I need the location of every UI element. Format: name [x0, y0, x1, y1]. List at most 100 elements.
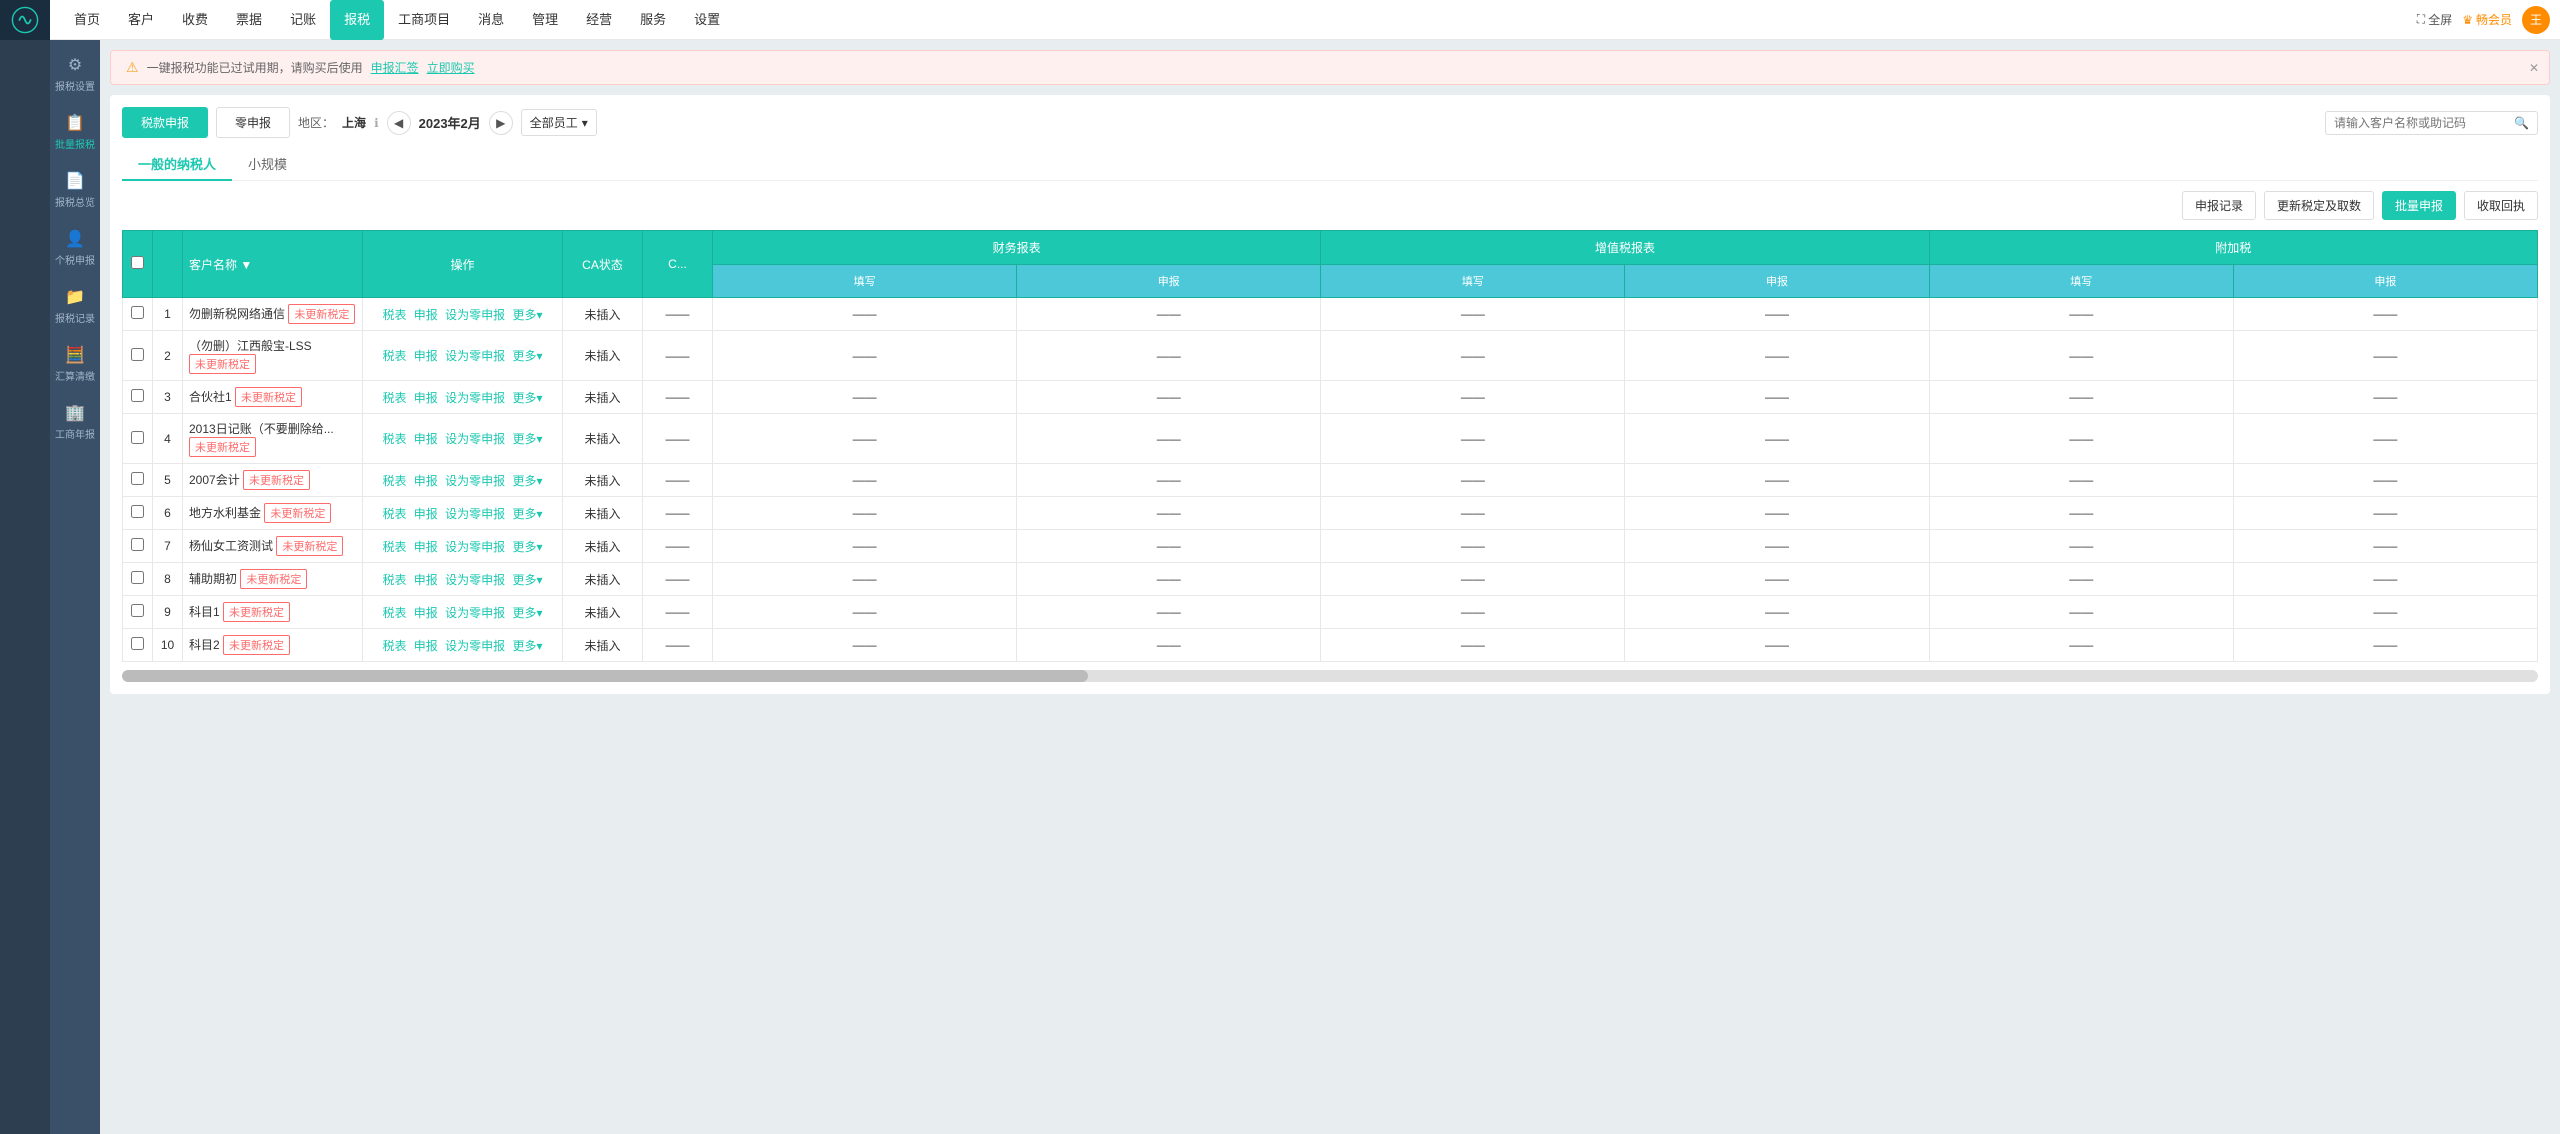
sort-icon[interactable]: ▼	[240, 258, 252, 272]
op-apply[interactable]: 申报	[414, 349, 438, 363]
nav-tax[interactable]: 报税	[330, 0, 384, 40]
op-apply[interactable]: 申报	[414, 308, 438, 322]
row-checkbox[interactable]	[131, 505, 144, 518]
row-check-cell[interactable]	[123, 596, 153, 629]
op-apply[interactable]: 申报	[414, 540, 438, 554]
avatar[interactable]: 王	[2522, 6, 2550, 34]
row-checkbox[interactable]	[131, 571, 144, 584]
op-zero-apply[interactable]: 设为零申报	[445, 639, 505, 653]
row-check-cell[interactable]	[123, 414, 153, 464]
op-zero-apply[interactable]: 设为零申报	[445, 573, 505, 587]
row-check-cell[interactable]	[123, 530, 153, 563]
op-zero-apply[interactable]: 设为零申报	[445, 507, 505, 521]
batch-apply-button[interactable]: 批量申报	[2382, 191, 2456, 220]
row-checkbox[interactable]	[131, 348, 144, 361]
side-panel-item-batch-tax[interactable]: 📋 批量报税	[50, 103, 100, 161]
op-more[interactable]: 更多▾	[513, 349, 543, 363]
op-more[interactable]: 更多▾	[513, 606, 543, 620]
op-zero-apply[interactable]: 设为零申报	[445, 391, 505, 405]
dept-selector[interactable]: 全部员工 ▾	[521, 109, 597, 136]
fullscreen-button[interactable]: ⛶ 全屏	[2417, 11, 2452, 28]
row-check-cell[interactable]	[123, 629, 153, 662]
op-tax-table[interactable]: 税表	[382, 474, 406, 488]
nav-operate[interactable]: 经营	[572, 0, 626, 40]
op-tax-table[interactable]: 税表	[382, 391, 406, 405]
nav-manage[interactable]: 管理	[518, 0, 572, 40]
scrollbar-thumb[interactable]	[122, 670, 1088, 682]
alert-close-button[interactable]: ✕	[2529, 61, 2539, 75]
op-zero-apply[interactable]: 设为零申报	[445, 432, 505, 446]
op-more[interactable]: 更多▾	[513, 573, 543, 587]
side-panel-item-annual-report[interactable]: 🏢 工商年报	[50, 393, 100, 451]
nav-setting[interactable]: 设置	[680, 0, 734, 40]
side-panel-item-tax-record[interactable]: 📁 报税记录	[50, 277, 100, 335]
update-quota-button[interactable]: 更新税定及取数	[2264, 191, 2374, 220]
row-check-cell[interactable]	[123, 497, 153, 530]
row-checkbox[interactable]	[131, 472, 144, 485]
tab-zero-apply[interactable]: 零申报	[216, 107, 290, 138]
row-checkbox[interactable]	[131, 538, 144, 551]
row-checkbox[interactable]	[131, 389, 144, 402]
op-tax-table[interactable]: 税表	[382, 349, 406, 363]
op-tax-table[interactable]: 税表	[382, 507, 406, 521]
op-apply[interactable]: 申报	[414, 474, 438, 488]
op-zero-apply[interactable]: 设为零申报	[445, 349, 505, 363]
alert-link-buy[interactable]: 立即购买	[427, 59, 475, 76]
row-check-cell[interactable]	[123, 464, 153, 497]
side-panel-item-personal-tax[interactable]: 👤 个税申报	[50, 219, 100, 277]
apply-record-button[interactable]: 申报记录	[2182, 191, 2256, 220]
row-checkbox[interactable]	[131, 604, 144, 617]
side-panel-item-tax-settings[interactable]: ⚙ 报税设置	[50, 45, 100, 103]
sub-tab-small[interactable]: 小规模	[232, 148, 303, 181]
revoke-button[interactable]: 收取回执	[2464, 191, 2538, 220]
nav-message[interactable]: 消息	[464, 0, 518, 40]
side-panel-item-overview[interactable]: 📄 报税总览	[50, 161, 100, 219]
nav-customer[interactable]: 客户	[114, 0, 168, 40]
horizontal-scrollbar[interactable]	[122, 670, 2538, 682]
op-zero-apply[interactable]: 设为零申报	[445, 540, 505, 554]
prev-period-button[interactable]: ◀	[387, 111, 411, 135]
op-zero-apply[interactable]: 设为零申报	[445, 474, 505, 488]
op-more[interactable]: 更多▾	[513, 308, 543, 322]
op-zero-apply[interactable]: 设为零申报	[445, 308, 505, 322]
op-apply[interactable]: 申报	[414, 391, 438, 405]
op-more[interactable]: 更多▾	[513, 639, 543, 653]
op-apply[interactable]: 申报	[414, 507, 438, 521]
op-tax-table[interactable]: 税表	[382, 308, 406, 322]
row-check-cell[interactable]	[123, 298, 153, 331]
select-all-checkbox[interactable]	[131, 256, 144, 269]
op-apply[interactable]: 申报	[414, 432, 438, 446]
op-more[interactable]: 更多▾	[513, 540, 543, 554]
row-checkbox[interactable]	[131, 431, 144, 444]
op-more[interactable]: 更多▾	[513, 432, 543, 446]
row-check-cell[interactable]	[123, 381, 153, 414]
op-tax-table[interactable]: 税表	[382, 573, 406, 587]
op-tax-table[interactable]: 税表	[382, 432, 406, 446]
row-check-cell[interactable]	[123, 331, 153, 381]
tab-tax-apply[interactable]: 税款申报	[122, 107, 208, 138]
nav-fee[interactable]: 收费	[168, 0, 222, 40]
nav-service[interactable]: 服务	[626, 0, 680, 40]
op-tax-table[interactable]: 税表	[382, 606, 406, 620]
next-period-button[interactable]: ▶	[489, 111, 513, 135]
op-zero-apply[interactable]: 设为零申报	[445, 606, 505, 620]
op-more[interactable]: 更多▾	[513, 507, 543, 521]
nav-home[interactable]: 首页	[60, 0, 114, 40]
op-more[interactable]: 更多▾	[513, 474, 543, 488]
search-input[interactable]	[2334, 116, 2514, 130]
row-checkbox[interactable]	[131, 306, 144, 319]
upgrade-button[interactable]: ♛ 畅会员	[2462, 11, 2512, 28]
op-apply[interactable]: 申报	[414, 573, 438, 587]
sub-tab-general[interactable]: 一般的纳税人	[122, 148, 232, 181]
row-checkbox[interactable]	[131, 637, 144, 650]
search-icon[interactable]: 🔍	[2514, 116, 2529, 130]
op-tax-table[interactable]: 税表	[382, 540, 406, 554]
op-apply[interactable]: 申报	[414, 606, 438, 620]
nav-accounting[interactable]: 记账	[276, 0, 330, 40]
info-icon[interactable]: ℹ	[374, 116, 379, 130]
op-tax-table[interactable]: 税表	[382, 639, 406, 653]
nav-business[interactable]: 工商项目	[384, 0, 464, 40]
op-more[interactable]: 更多▾	[513, 391, 543, 405]
side-panel-item-settlement[interactable]: 🧮 汇算清缴	[50, 335, 100, 393]
nav-invoice[interactable]: 票据	[222, 0, 276, 40]
